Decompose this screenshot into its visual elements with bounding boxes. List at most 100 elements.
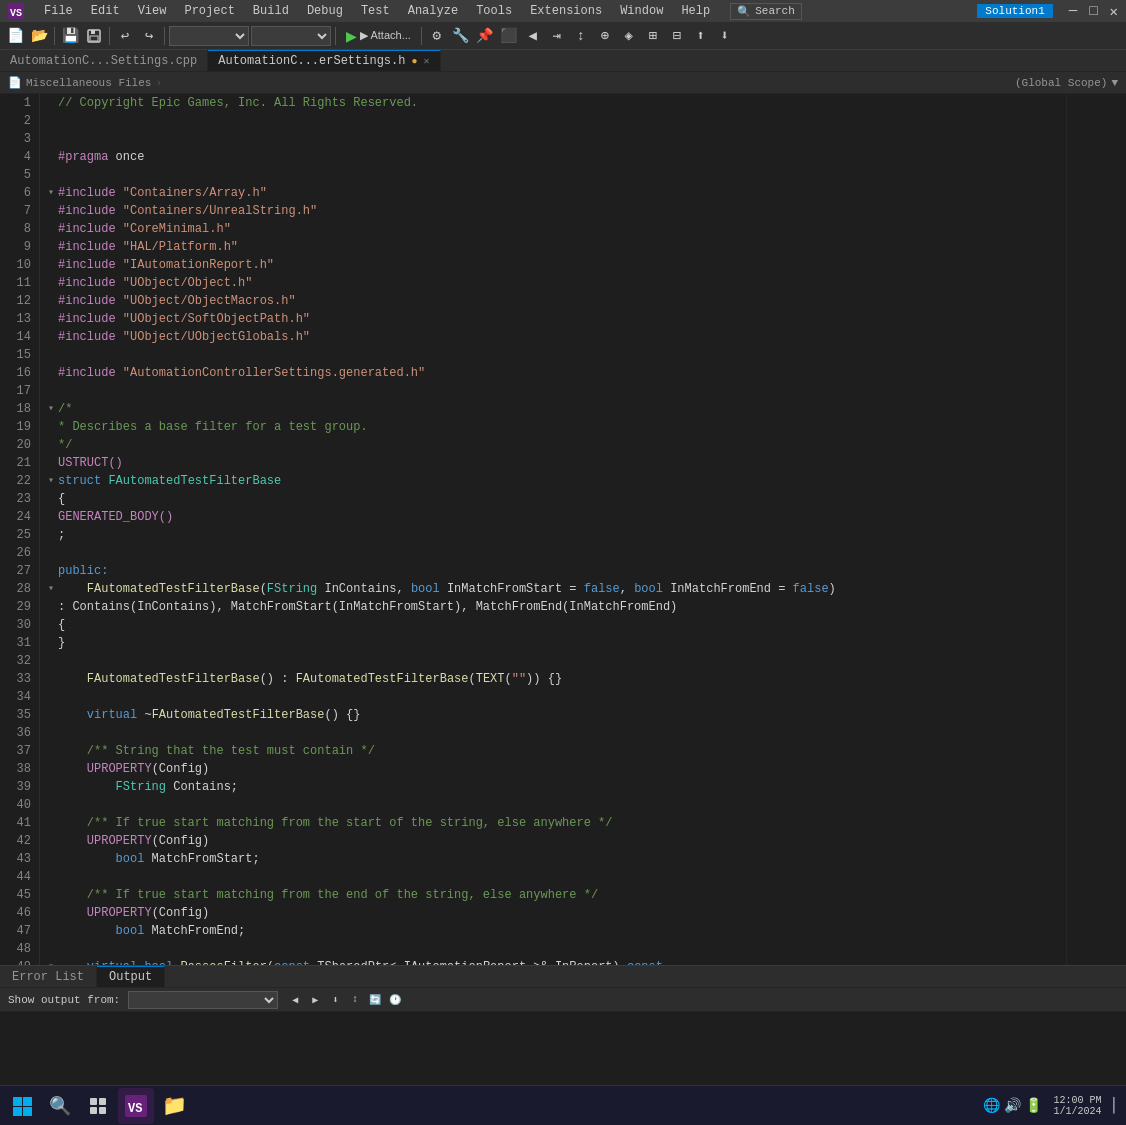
vs-taskbar-icon[interactable]: VS bbox=[118, 1088, 154, 1124]
token: ( bbox=[267, 958, 274, 965]
scope-dropdown-icon[interactable]: ▼ bbox=[1111, 77, 1118, 89]
line-number-22: 22 bbox=[8, 472, 31, 490]
search-taskbar-btn[interactable]: 🔍 bbox=[42, 1088, 78, 1124]
line-number-31: 31 bbox=[8, 634, 31, 652]
token: UPROPERTY bbox=[58, 832, 152, 850]
start-button[interactable] bbox=[4, 1088, 40, 1124]
file-explorer-icon[interactable]: 📁 bbox=[156, 1088, 192, 1124]
svg-text:VS: VS bbox=[128, 1102, 142, 1116]
menu-build[interactable]: Build bbox=[245, 2, 297, 20]
toolbar-btn-12[interactable]: ↕ bbox=[570, 25, 592, 47]
taskbar-time[interactable]: 12:00 PM 1/1/2024 bbox=[1046, 1095, 1110, 1117]
menu-help[interactable]: Help bbox=[673, 2, 718, 20]
fold-spacer-7 bbox=[48, 202, 58, 220]
toolbar-btn-9[interactable]: ⬛ bbox=[498, 25, 520, 47]
menu-analyze[interactable]: Analyze bbox=[400, 2, 466, 20]
tab-error-list[interactable]: Error List bbox=[0, 966, 97, 987]
menu-test[interactable]: Test bbox=[353, 2, 398, 20]
output-btn-4[interactable]: ↕ bbox=[346, 991, 364, 1009]
output-btn-5[interactable]: 🔄 bbox=[366, 991, 384, 1009]
network-icon[interactable]: 🌐 bbox=[983, 1097, 1000, 1114]
show-desktop-btn[interactable]: ▏ bbox=[1114, 1097, 1122, 1114]
volume-icon[interactable]: 🔊 bbox=[1004, 1097, 1021, 1114]
toolbar-btn-8[interactable]: 📌 bbox=[474, 25, 496, 47]
toolbar-btn-18[interactable]: ⬇ bbox=[714, 25, 736, 47]
menu-debug[interactable]: Debug bbox=[299, 2, 351, 20]
save-all-btn[interactable] bbox=[83, 25, 105, 47]
code-area[interactable]: // Copyright Epic Games, Inc. All Rights… bbox=[40, 94, 1066, 965]
output-source-select[interactable] bbox=[128, 991, 278, 1009]
toolbar-btn-10[interactable]: ◀ bbox=[522, 25, 544, 47]
fold-arrow-6[interactable]: ▾ bbox=[48, 184, 58, 202]
task-view-btn[interactable] bbox=[80, 1088, 116, 1124]
fold-arrow-28[interactable]: ▾ bbox=[48, 580, 58, 598]
toolbar-btn-13[interactable]: ⊕ bbox=[594, 25, 616, 47]
fold-spacer-37 bbox=[48, 742, 58, 760]
token: } bbox=[58, 634, 65, 652]
menu-view[interactable]: View bbox=[130, 2, 175, 20]
fold-spacer-31 bbox=[48, 634, 58, 652]
menu-extensions[interactable]: Extensions bbox=[522, 2, 610, 20]
output-toolbar: Show output from: ◀ ▶ ⬇ ↕ 🔄 🕐 bbox=[0, 988, 1126, 1012]
config-dropdown[interactable] bbox=[169, 26, 249, 46]
main-editor-area: 1234567891011121314151617181920212223242… bbox=[0, 94, 1126, 1085]
token: bool bbox=[58, 922, 144, 940]
search-icon: 🔍 bbox=[737, 5, 751, 18]
fold-spacer-36 bbox=[48, 724, 58, 742]
open-btn[interactable]: 📂 bbox=[28, 25, 50, 47]
save-btn[interactable]: 💾 bbox=[59, 25, 81, 47]
output-btn-3[interactable]: ⬇ bbox=[326, 991, 344, 1009]
toolbar-btn-17[interactable]: ⬆ bbox=[690, 25, 712, 47]
svg-rect-8 bbox=[23, 1107, 32, 1116]
tab-h[interactable]: AutomationC...erSettings.h ● ✕ bbox=[208, 50, 440, 71]
new-project-btn[interactable]: 📄 bbox=[4, 25, 26, 47]
platform-dropdown[interactable] bbox=[251, 26, 331, 46]
output-tabbar: Error List Output bbox=[0, 966, 1126, 988]
token: () {} bbox=[324, 706, 360, 724]
redo-btn[interactable]: ↪ bbox=[138, 25, 160, 47]
line-number-7: 7 bbox=[8, 202, 31, 220]
toolbar-btn-15[interactable]: ⊞ bbox=[642, 25, 664, 47]
token: () : bbox=[260, 670, 296, 688]
output-btn-1[interactable]: ◀ bbox=[286, 991, 304, 1009]
output-btn-6[interactable]: 🕐 bbox=[386, 991, 404, 1009]
window-minimize[interactable]: ─ bbox=[1069, 3, 1077, 19]
menu-project[interactable]: Project bbox=[176, 2, 242, 20]
output-btn-2[interactable]: ▶ bbox=[306, 991, 324, 1009]
menu-edit[interactable]: Edit bbox=[83, 2, 128, 20]
toolbar-btn-6[interactable]: ⚙ bbox=[426, 25, 448, 47]
token: public: bbox=[58, 562, 108, 580]
toolbar-btn-11[interactable]: ⇥ bbox=[546, 25, 568, 47]
toolbar-btn-16[interactable]: ⊟ bbox=[666, 25, 688, 47]
line-number-25: 25 bbox=[8, 526, 31, 544]
window-close[interactable]: ✕ bbox=[1110, 3, 1118, 20]
menu-tools[interactable]: Tools bbox=[468, 2, 520, 20]
scope-misc-files[interactable]: Miscellaneous Files bbox=[26, 77, 151, 89]
toolbar-btn-7[interactable]: 🔧 bbox=[450, 25, 472, 47]
fold-spacer-1 bbox=[48, 94, 58, 112]
battery-icon[interactable]: 🔋 bbox=[1025, 1097, 1042, 1114]
tab-output[interactable]: Output bbox=[97, 966, 165, 987]
toolbar-btn-14[interactable]: ◈ bbox=[618, 25, 640, 47]
token: "UObject/Object.h" bbox=[123, 274, 253, 292]
undo-btn[interactable]: ↩ bbox=[114, 25, 136, 47]
scope-global[interactable]: (Global Scope) bbox=[1015, 77, 1107, 89]
window-maximize[interactable]: □ bbox=[1089, 3, 1097, 19]
code-line-8: #include "CoreMinimal.h" bbox=[48, 220, 1066, 238]
fold-spacer-47 bbox=[48, 922, 58, 940]
tab-cpp[interactable]: AutomationC...Settings.cpp bbox=[0, 50, 208, 71]
code-line-28: ▾ FAutomatedTestFilterBase(FString InCon… bbox=[48, 580, 1066, 598]
fold-arrow-49[interactable]: ▾ bbox=[48, 958, 58, 965]
fold-arrow-18[interactable]: ▾ bbox=[48, 400, 58, 418]
fold-arrow-22[interactable]: ▾ bbox=[48, 472, 58, 490]
token: */ bbox=[58, 436, 72, 454]
tab-close-btn[interactable]: ✕ bbox=[423, 55, 429, 67]
editor-body: 1234567891011121314151617181920212223242… bbox=[0, 94, 1126, 965]
menu-window[interactable]: Window bbox=[612, 2, 671, 20]
token: #include bbox=[58, 238, 116, 256]
solution-badge: Solution1 bbox=[977, 4, 1052, 18]
attach-button[interactable]: ▶ ▶ Attach... bbox=[340, 28, 417, 44]
search-box[interactable]: 🔍 Search bbox=[730, 3, 802, 20]
line-number-20: 20 bbox=[8, 436, 31, 454]
menu-file[interactable]: File bbox=[36, 2, 81, 20]
